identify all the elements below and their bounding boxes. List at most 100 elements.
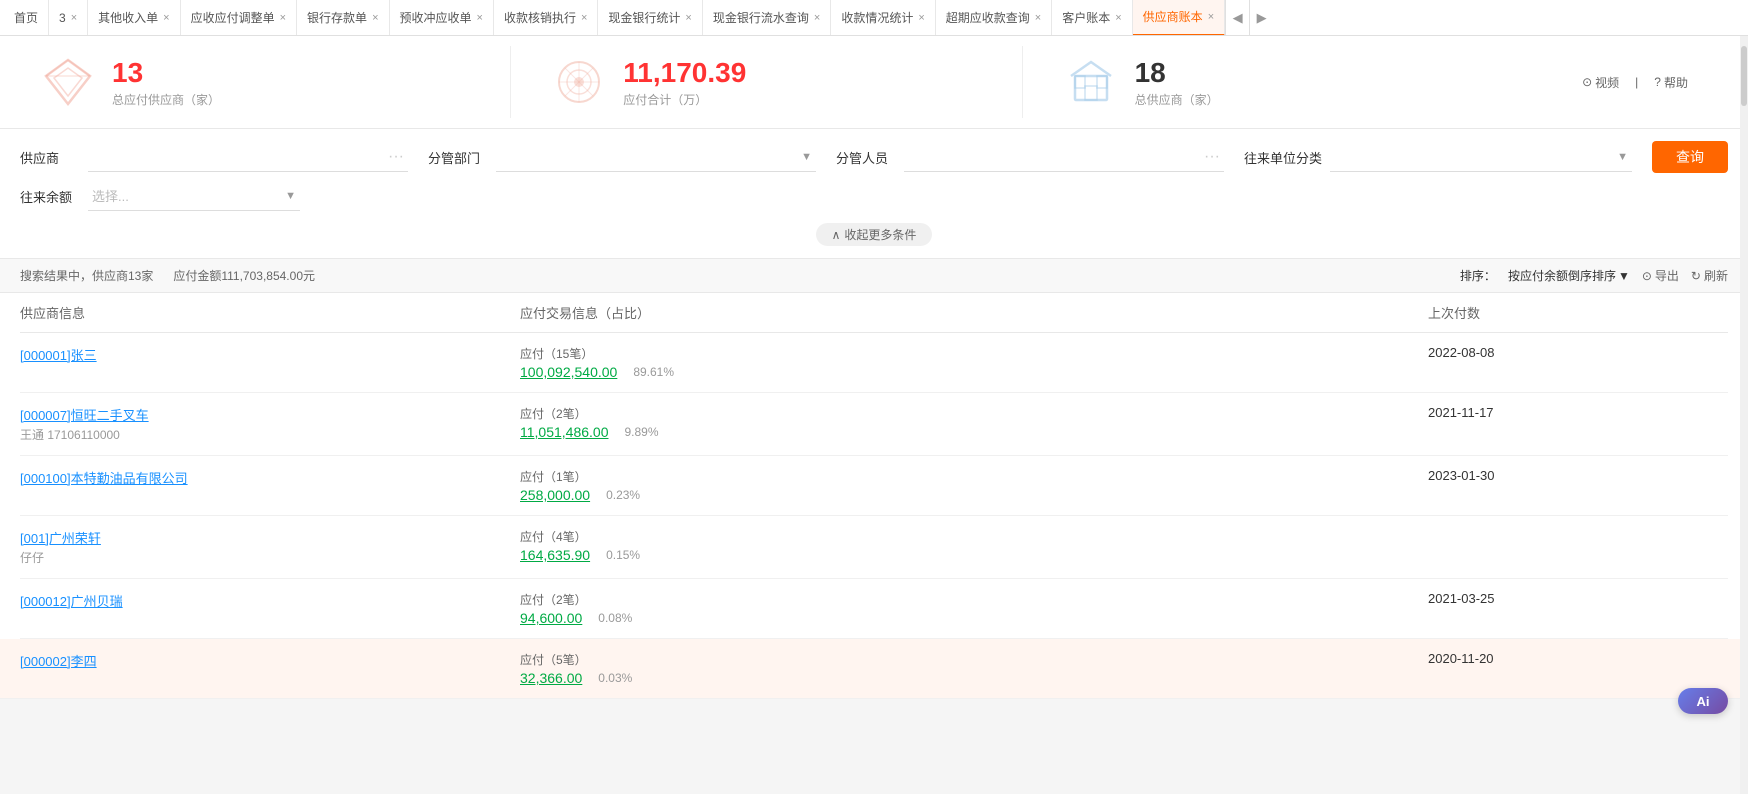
- trade-amount-beirui[interactable]: 94,600.00: [520, 610, 582, 626]
- col-trade-info-header: 应付交易信息（占比）: [520, 303, 1428, 322]
- nav-tab-bank-deposit[interactable]: 银行存款单 ×: [297, 0, 389, 36]
- person-input[interactable]: [908, 143, 1204, 171]
- dept-filter-label: 分管部门: [428, 148, 488, 167]
- export-icon: ⊙: [1642, 269, 1652, 283]
- col-supplier-info-header: 供应商信息: [20, 303, 520, 322]
- balance-select[interactable]: 选择... ▼: [88, 181, 300, 211]
- trade-amount-zhangsan[interactable]: 100,092,540.00: [520, 364, 617, 380]
- supplier-input-wrapper[interactable]: ···: [88, 142, 408, 172]
- filter-row-2: 往来余额 选择... ▼: [20, 181, 300, 211]
- nav-tab-advance-collect-close[interactable]: ×: [477, 12, 483, 24]
- separator: |: [1635, 75, 1638, 89]
- nav-arrow-left[interactable]: ◀: [1225, 0, 1249, 36]
- total-payable-suppliers-number: 13: [112, 56, 220, 90]
- nav-tab-ap-adjust-close[interactable]: ×: [280, 12, 286, 24]
- nav-tab-collect-check-close[interactable]: ×: [581, 12, 587, 24]
- table-row: [000001]张三 应付（15笔） 100,092,540.00 89.61%…: [20, 333, 1728, 393]
- query-button[interactable]: 查询: [1652, 141, 1728, 173]
- last-pay-zhangsan: 2022-08-08: [1428, 345, 1728, 360]
- last-pay-hengwang: 2021-11-17: [1428, 405, 1728, 420]
- nav-tab-cash-bank-stat[interactable]: 现金银行统计 ×: [598, 0, 702, 36]
- nav-tab-customer-account-label: 客户账本: [1062, 9, 1110, 26]
- nav-tab-other-income-close[interactable]: ×: [163, 12, 169, 24]
- trade-label-bente: 应付（1笔）: [520, 468, 1428, 485]
- export-label: 导出: [1655, 267, 1679, 284]
- balance-select-arrow-icon: ▼: [285, 190, 296, 202]
- video-link[interactable]: ⊙ 视频: [1582, 74, 1619, 91]
- trade-amount-lisi[interactable]: 32,366.00: [520, 670, 582, 686]
- refresh-label: 刷新: [1704, 267, 1728, 284]
- summary-card-total-suppliers-content: 18 总供应商（家）: [1135, 56, 1219, 109]
- nav-tab-cash-bank-stat-close[interactable]: ×: [685, 12, 691, 24]
- nav-tab-supplier-account-close[interactable]: ×: [1208, 11, 1214, 23]
- help-link[interactable]: ? 帮助: [1654, 74, 1688, 91]
- nav-tab-collect-check[interactable]: 收款核销执行 ×: [494, 0, 598, 36]
- nav-tab-supplier-account-label: 供应商账本: [1143, 8, 1203, 25]
- nav-tab-bank-deposit-label: 银行存款单: [307, 9, 367, 26]
- nav-tab-cash-bank-flow[interactable]: 现金银行流水查询 ×: [703, 0, 831, 36]
- scrollbar-thumb[interactable]: [1741, 46, 1747, 106]
- trade-label-rongxuan: 应付（4笔）: [520, 528, 1428, 545]
- trade-amount-hengwang[interactable]: 11,051,486.00: [520, 424, 609, 440]
- nav-tab-overdue-collect-label: 超期应收款查询: [946, 9, 1030, 26]
- ai-button[interactable]: Ai: [1678, 688, 1728, 714]
- nav-tab-cash-bank-flow-close[interactable]: ×: [814, 12, 820, 24]
- trade-amount-bente[interactable]: 258,000.00: [520, 487, 590, 503]
- nav-tab-customer-account-close[interactable]: ×: [1115, 12, 1121, 24]
- sort-select[interactable]: 按应付余额倒序排序 ▼: [1508, 267, 1630, 284]
- top-right-actions: ⊙ 视频 | ? 帮助: [1582, 74, 1708, 91]
- supplier-link-bente[interactable]: [000100]本特勤油品有限公司: [20, 471, 188, 486]
- nav-tab-collect-stat-close[interactable]: ×: [918, 12, 924, 24]
- trade-info-hengwang: 应付（2笔） 11,051,486.00 9.89%: [520, 405, 1428, 440]
- supplier-link-rongxuan[interactable]: [001]广州荣轩: [20, 531, 101, 546]
- trade-amount-rongxuan[interactable]: 164,635.90: [520, 547, 590, 563]
- sort-label: 排序：: [1460, 267, 1496, 284]
- refresh-button[interactable]: ↻ 刷新: [1691, 267, 1728, 284]
- nav-tab-advance-collect[interactable]: 预收冲应收单 ×: [390, 0, 494, 36]
- nav-tab-3-close[interactable]: ×: [71, 12, 77, 24]
- video-icon: ⊙: [1582, 75, 1592, 89]
- nav-tab-overdue-collect-close[interactable]: ×: [1035, 12, 1041, 24]
- trade-label-hengwang: 应付（2笔）: [520, 405, 1428, 422]
- supplier-link-lisi[interactable]: [000002]李四: [20, 654, 97, 669]
- nav-tab-ap-adjust[interactable]: 应收应付调整单 ×: [181, 0, 297, 36]
- summary-card-total-suppliers: 18 总供应商（家） ⊙ 视频 | ? 帮助: [1023, 46, 1748, 118]
- nav-tab-home[interactable]: 首页: [4, 0, 49, 36]
- supplier-dots-icon[interactable]: ···: [388, 148, 404, 166]
- col-last-pay-header: 上次付数: [1428, 303, 1728, 322]
- supplier-link-beirui[interactable]: [000012]广州贝瑞: [20, 594, 123, 609]
- supplier-cell-lisi: [000002]李四: [20, 651, 520, 670]
- nav-tab-supplier-account[interactable]: 供应商账本 ×: [1133, 0, 1225, 36]
- nav-tab-3[interactable]: 3 ×: [49, 0, 88, 36]
- nav-tab-bank-deposit-close[interactable]: ×: [372, 12, 378, 24]
- nav-tab-collect-stat[interactable]: 收款情况统计 ×: [831, 0, 935, 36]
- page-scrollbar[interactable]: [1740, 36, 1748, 794]
- trade-row-rongxuan: 164,635.90 0.15%: [520, 547, 1428, 563]
- refresh-icon: ↻: [1691, 269, 1701, 283]
- nav-tab-customer-account[interactable]: 客户账本 ×: [1052, 0, 1132, 36]
- collapse-button[interactable]: ∧ 收起更多条件: [816, 223, 933, 246]
- category-filter-label: 往来单位分类: [1244, 148, 1322, 167]
- dept-select[interactable]: ▼: [496, 142, 816, 172]
- results-amount: 应付金额111,703,854.00元: [173, 267, 315, 284]
- person-dots-icon[interactable]: ···: [1204, 148, 1220, 166]
- trade-label-beirui: 应付（2笔）: [520, 591, 1428, 608]
- nav-tab-other-income[interactable]: 其他收入单 ×: [88, 0, 180, 36]
- person-input-wrapper[interactable]: ···: [904, 142, 1224, 172]
- summary-bar: 13 总应付供应商（家） 11,170.39 应付合计（万）: [0, 36, 1748, 129]
- category-select[interactable]: ▼: [1330, 142, 1632, 172]
- nav-tab-overdue-collect[interactable]: 超期应收款查询 ×: [936, 0, 1052, 36]
- nav-tab-advance-collect-label: 预收冲应收单: [400, 9, 472, 26]
- supplier-cell-rongxuan: [001]广州荣轩 仔仔: [20, 528, 520, 566]
- supplier-link-zhangsan[interactable]: [000001]张三: [20, 348, 97, 363]
- supplier-link-hengwang[interactable]: [000007]恒旺二手叉车: [20, 408, 149, 423]
- supplier-cell-bente: [000100]本特勤油品有限公司: [20, 468, 520, 487]
- trade-label-zhangsan: 应付（15笔）: [520, 345, 1428, 362]
- trade-row-bente: 258,000.00 0.23%: [520, 487, 1428, 503]
- trade-label-lisi: 应付（5笔）: [520, 651, 1428, 668]
- nav-arrow-right[interactable]: ▶: [1249, 0, 1273, 36]
- supplier-input[interactable]: [92, 143, 388, 171]
- export-button[interactable]: ⊙ 导出: [1642, 267, 1679, 284]
- last-pay-beirui: 2021-03-25: [1428, 591, 1728, 606]
- trade-info-bente: 应付（1笔） 258,000.00 0.23%: [520, 468, 1428, 503]
